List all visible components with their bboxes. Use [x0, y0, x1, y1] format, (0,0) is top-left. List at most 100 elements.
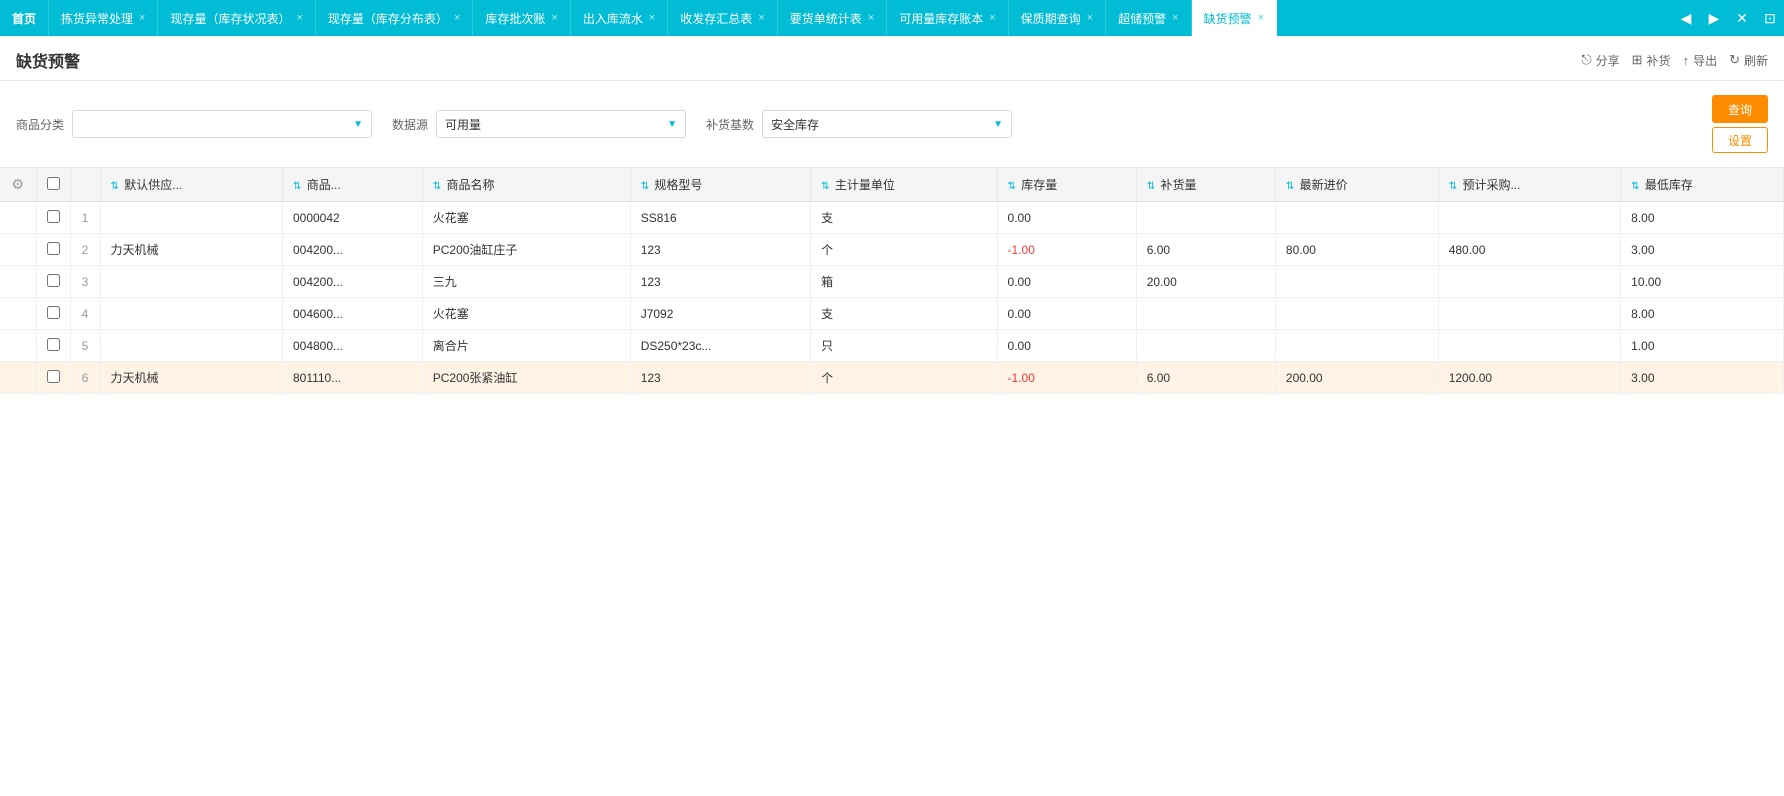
col-product-code[interactable]: ⇅ 商品...: [282, 168, 422, 202]
row-gear-cell: [0, 266, 36, 298]
row-checkbox[interactable]: [47, 338, 60, 351]
filter-area: 商品分类 ▼ 数据源 可用量 ▼ 补货基数 安全库存 ▼ 查询 设置: [0, 81, 1784, 168]
tab-home[interactable]: 首页: [0, 0, 49, 36]
data-table: ⚙ ⇅ 默认供应... ⇅ 商品... ⇅: [0, 168, 1784, 394]
row-checkbox[interactable]: [47, 242, 60, 255]
filter-datasource-group: 数据源 可用量 ▼: [392, 110, 686, 138]
row-latest-price: [1275, 330, 1438, 362]
close-tab-shortage[interactable]: ×: [1258, 12, 1264, 24]
row-supplier: [100, 298, 282, 330]
close-tab-order-stats[interactable]: ×: [868, 12, 874, 24]
tab-nav-controls: ◀ ▶ ✕ ⊡: [1672, 0, 1784, 36]
row-latest-price: 200.00: [1275, 362, 1438, 394]
row-checkbox[interactable]: [47, 306, 60, 319]
table-row: 5 004800... 离合片 DS250*23c... 只 0.00 1.00: [0, 330, 1784, 362]
row-min-stock: 3.00: [1621, 362, 1784, 394]
close-tab-overstock[interactable]: ×: [1172, 12, 1178, 24]
page-container: 缺货预警 ⎋ 分享 ⊞ 补货 ↑ 导出 ↻ 刷新 商品分类: [0, 36, 1784, 796]
table-settings-icon[interactable]: ⚙: [11, 176, 24, 192]
row-gear-cell: [0, 234, 36, 266]
row-checkbox-cell[interactable]: [36, 298, 70, 330]
row-product-code: 004200...: [282, 266, 422, 298]
tab-receipt-summary[interactable]: 收发存汇总表 ×: [668, 0, 777, 36]
col-product-name[interactable]: ⇅ 商品名称: [422, 168, 630, 202]
settings-button[interactable]: 设置: [1712, 127, 1768, 153]
col-supplier[interactable]: ⇅ 默认供应...: [100, 168, 282, 202]
row-checkbox-cell[interactable]: [36, 266, 70, 298]
row-checkbox[interactable]: [47, 370, 60, 383]
row-gear-cell: [0, 298, 36, 330]
col-est-purchase[interactable]: ⇅ 预计采购...: [1438, 168, 1620, 202]
spec-sort-icon: ⇅: [641, 181, 649, 192]
row-replenish-qty: [1136, 202, 1275, 234]
row-checkbox[interactable]: [47, 274, 60, 287]
table-row: 4 004600... 火花塞 J7092 支 0.00 8.00: [0, 298, 1784, 330]
col-checkbox-header: [36, 168, 70, 202]
close-tab-exception[interactable]: ×: [139, 12, 145, 24]
row-supplier: 力天机械: [100, 234, 282, 266]
close-tab-batch-account[interactable]: ×: [551, 12, 557, 24]
row-checkbox-cell[interactable]: [36, 362, 70, 394]
tab-expiry-query[interactable]: 保质期查询 ×: [1009, 0, 1106, 36]
close-tab-inventory-status[interactable]: ×: [296, 12, 302, 24]
row-checkbox-cell[interactable]: [36, 234, 70, 266]
replenish-btn[interactable]: ⊞ 补货: [1632, 52, 1671, 69]
close-tab-inout-flow[interactable]: ×: [649, 12, 655, 24]
tab-next-btn[interactable]: ▶: [1700, 0, 1728, 36]
replenish-base-select[interactable]: 安全库存 ▼: [762, 110, 1012, 138]
tab-batch-account[interactable]: 库存批次账 ×: [473, 0, 570, 36]
category-select[interactable]: ▼: [72, 110, 372, 138]
tab-expand-btn[interactable]: ⊡: [1756, 0, 1784, 36]
tab-bar: 首页 拣货异常处理 × 现存量（库存状况表） × 现存量（库存分布表） × 库存…: [0, 0, 1784, 36]
col-unit[interactable]: ⇅ 主计量单位: [811, 168, 997, 202]
tab-available-ledger[interactable]: 可用量库存账本 ×: [887, 0, 1008, 36]
refresh-icon: ↻: [1729, 52, 1740, 68]
datasource-label: 数据源: [392, 116, 428, 133]
row-est-purchase: [1438, 266, 1620, 298]
col-spec[interactable]: ⇅ 规格型号: [630, 168, 810, 202]
datasource-select[interactable]: 可用量 ▼: [436, 110, 686, 138]
row-checkbox[interactable]: [47, 210, 60, 223]
row-supplier: 力天机械: [100, 362, 282, 394]
replenish-base-select-value: 安全库存: [771, 116, 819, 133]
col-min-stock[interactable]: ⇅ 最低库存: [1621, 168, 1784, 202]
tab-inout-flow[interactable]: 出入库流水 ×: [571, 0, 668, 36]
row-supplier: [100, 330, 282, 362]
row-est-purchase: 480.00: [1438, 234, 1620, 266]
row-est-purchase: [1438, 202, 1620, 234]
product-name-sort-icon: ⇅: [433, 181, 441, 192]
row-number: 6: [70, 362, 100, 394]
col-latest-price[interactable]: ⇅ 最新进价: [1275, 168, 1438, 202]
close-tab-inventory-dist[interactable]: ×: [454, 12, 460, 24]
row-unit: 支: [811, 202, 997, 234]
tab-exception[interactable]: 拣货异常处理 ×: [49, 0, 158, 36]
tab-overstock[interactable]: 超储预警 ×: [1106, 0, 1191, 36]
close-tab-receipt-summary[interactable]: ×: [758, 12, 764, 24]
col-stock-qty[interactable]: ⇅ 库存量: [997, 168, 1136, 202]
tab-prev-btn[interactable]: ◀: [1672, 0, 1700, 36]
query-button[interactable]: 查询: [1712, 95, 1768, 123]
row-supplier: [100, 202, 282, 234]
export-btn[interactable]: ↑ 导出: [1683, 52, 1718, 69]
row-stock-qty: 0.00: [997, 202, 1136, 234]
tab-close-btn[interactable]: ✕: [1728, 0, 1756, 36]
select-all-checkbox[interactable]: [47, 177, 60, 190]
close-tab-available-ledger[interactable]: ×: [989, 12, 995, 24]
row-checkbox-cell[interactable]: [36, 330, 70, 362]
col-gear: ⚙: [0, 168, 36, 202]
share-btn[interactable]: ⎋ 分享: [1581, 52, 1619, 69]
row-checkbox-cell[interactable]: [36, 202, 70, 234]
row-replenish-qty: [1136, 330, 1275, 362]
close-tab-expiry-query[interactable]: ×: [1087, 12, 1093, 24]
tab-inventory-dist[interactable]: 现存量（库存分布表） ×: [316, 0, 473, 36]
col-replenish-qty[interactable]: ⇅ 补货量: [1136, 168, 1275, 202]
row-gear-cell: [0, 362, 36, 394]
category-label: 商品分类: [16, 116, 64, 133]
supplier-sort-icon: ⇅: [111, 181, 119, 192]
export-icon: ↑: [1683, 53, 1690, 68]
tab-inventory-status[interactable]: 现存量（库存状况表） ×: [158, 0, 315, 36]
tab-order-stats[interactable]: 要货单统计表 ×: [778, 0, 887, 36]
row-product-name: 火花塞: [422, 298, 630, 330]
tab-shortage[interactable]: 缺货预警 ×: [1192, 0, 1277, 36]
refresh-btn[interactable]: ↻ 刷新: [1729, 52, 1768, 69]
